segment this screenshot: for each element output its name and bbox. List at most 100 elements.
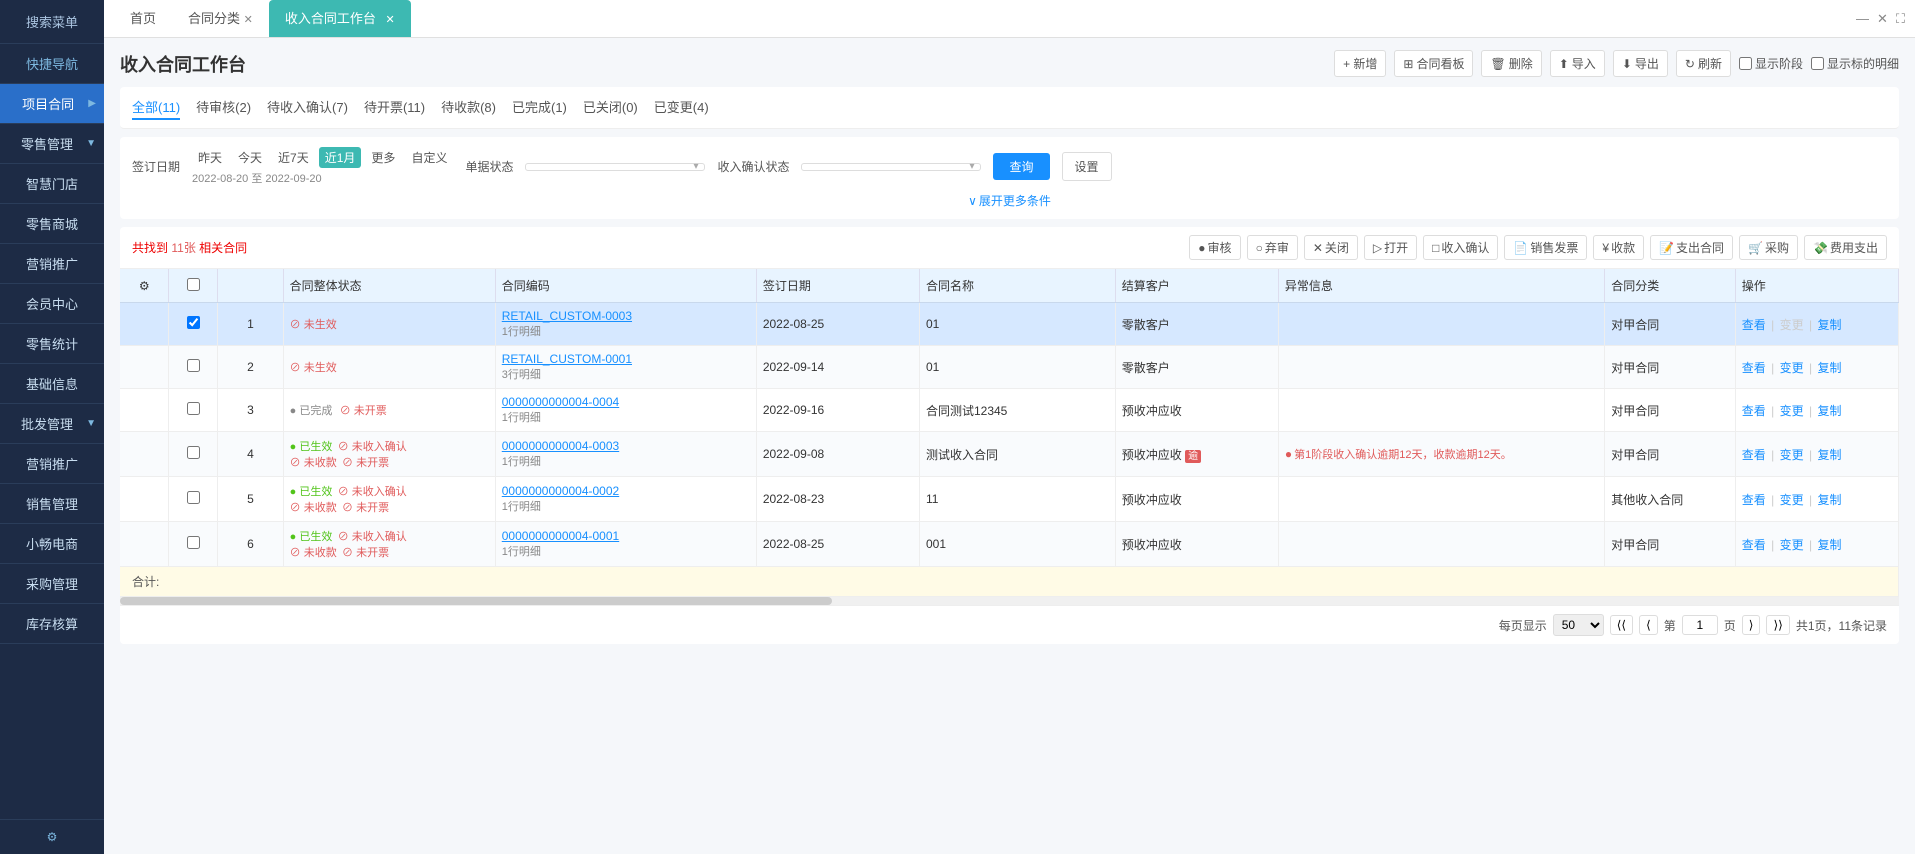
review-button[interactable]: ● 审核 [1189, 235, 1240, 260]
copy-link-6[interactable]: 复制 [1817, 538, 1841, 552]
sidebar-item-retail-stats[interactable]: 零售统计 [0, 324, 104, 364]
expense-out-button[interactable]: 💸 费用支出 [1804, 235, 1887, 260]
sidebar-item-base-info[interactable]: 基础信息 [0, 364, 104, 404]
change-link-3[interactable]: 变更 [1780, 404, 1804, 418]
delete-button[interactable]: 🗑 删除 [1481, 50, 1541, 77]
change-link-1[interactable]: 变更 [1780, 318, 1804, 332]
tab-contract-cat-close[interactable]: ✕ [244, 14, 253, 26]
doc-status-select[interactable] [525, 163, 705, 171]
sales-invoice-button[interactable]: 📄 销售发票 [1504, 235, 1587, 260]
sidebar-settings[interactable]: ⚙ [0, 819, 104, 854]
page-size-select[interactable]: 50 10 20 100 [1553, 614, 1604, 636]
view-link-4[interactable]: 查看 [1742, 448, 1766, 462]
filter-tab-pending-review[interactable]: 待审核(2) [196, 95, 251, 120]
view-link-2[interactable]: 查看 [1742, 361, 1766, 375]
date-btn-1month[interactable]: 近1月 [319, 147, 362, 168]
contract-link-5[interactable]: 0000000000004-0002 [502, 484, 619, 498]
row4-checkbox[interactable] [187, 446, 200, 459]
kanban-button[interactable]: ⊞ 合同看板 [1394, 50, 1473, 77]
last-page-btn[interactable]: ⟩⟩ [1766, 615, 1789, 635]
date-btn-yesterday[interactable]: 昨天 [192, 147, 228, 168]
contract-link-2[interactable]: RETAIL_CUSTOM-0001 [502, 352, 632, 366]
sidebar-item-marketing2[interactable]: 营销推广 [0, 444, 104, 484]
sidebar-item-xiaowei[interactable]: 小畅电商 [0, 524, 104, 564]
date-btn-custom[interactable]: 自定义 [405, 147, 453, 168]
sidebar-item-retail-mgmt[interactable]: 零售管理 ▼ [0, 124, 104, 164]
contract-link-3[interactable]: 0000000000004-0004 [502, 395, 619, 409]
copy-link-2[interactable]: 复制 [1817, 361, 1841, 375]
row5-checkbox[interactable] [187, 491, 200, 504]
copy-link-4[interactable]: 复制 [1817, 448, 1841, 462]
horizontal-scrollbar[interactable] [120, 597, 1899, 605]
tab-income-workbench[interactable]: 收入合同工作台 ✕ [269, 0, 411, 37]
tab-income-workbench-close[interactable]: ✕ [385, 14, 394, 26]
tab-close-icon[interactable]: ✕ [1877, 11, 1888, 27]
row1-checkbox[interactable] [187, 316, 200, 329]
search-button[interactable]: 查询 [993, 153, 1049, 180]
row6-checkbox[interactable] [187, 536, 200, 549]
scrollbar-thumb[interactable] [120, 597, 832, 605]
filter-tab-closed[interactable]: 已关闭(0) [583, 95, 638, 120]
sidebar-item-retail-mall[interactable]: 零售商城 [0, 204, 104, 244]
filter-tab-changed[interactable]: 已变更(4) [654, 95, 709, 120]
copy-link-5[interactable]: 复制 [1817, 493, 1841, 507]
row3-checkbox[interactable] [187, 402, 200, 415]
show-stage-checkbox[interactable] [1739, 57, 1752, 70]
sidebar-item-sales-mgmt[interactable]: 销售管理 [0, 484, 104, 524]
sidebar-item-marketing1[interactable]: 营销推广 [0, 244, 104, 284]
prev-page-btn[interactable]: ⟨ [1639, 615, 1658, 635]
date-btn-7days[interactable]: 近7天 [272, 147, 315, 168]
view-link-5[interactable]: 查看 [1742, 493, 1766, 507]
row2-checkbox[interactable] [187, 359, 200, 372]
import-button[interactable]: ⬆ 导入 [1550, 50, 1605, 77]
page-input[interactable] [1682, 615, 1718, 635]
setting-button[interactable]: 设置 [1062, 152, 1112, 181]
filter-tab-completed[interactable]: 已完成(1) [512, 95, 567, 120]
first-page-btn[interactable]: ⟨⟨ [1610, 615, 1633, 635]
expand-conditions-btn[interactable]: ∨ 展开更多条件 [968, 192, 1051, 209]
sidebar-search[interactable]: 搜索菜单 [0, 0, 104, 44]
change-link-6[interactable]: 变更 [1780, 538, 1804, 552]
open-button[interactable]: ▷ 打开 [1364, 235, 1417, 260]
tab-maximize-icon[interactable]: ⛶ [1896, 11, 1905, 27]
filter-tab-all[interactable]: 全部(11) [132, 95, 180, 120]
out-contract-button[interactable]: 📝 支出合同 [1650, 235, 1733, 260]
sidebar-item-batch-mgmt[interactable]: 批发管理 ▼ [0, 404, 104, 444]
select-all-checkbox[interactable] [187, 278, 200, 291]
col-settings[interactable]: ⚙ [120, 269, 169, 303]
next-page-btn[interactable]: ⟩ [1742, 615, 1761, 635]
refresh-button[interactable]: ↻ 刷新 [1676, 50, 1731, 77]
export-button[interactable]: ⬇ 导出 [1613, 50, 1668, 77]
income-confirm-button[interactable]: □ 收入确认 [1423, 235, 1498, 260]
view-link-1[interactable]: 查看 [1742, 318, 1766, 332]
collect-button[interactable]: ¥ 收款 [1593, 235, 1644, 260]
change-link-2[interactable]: 变更 [1780, 361, 1804, 375]
view-link-3[interactable]: 查看 [1742, 404, 1766, 418]
date-btn-more[interactable]: 更多 [365, 147, 401, 168]
date-btn-today[interactable]: 今天 [232, 147, 268, 168]
tab-minimize-icon[interactable]: — [1856, 11, 1869, 26]
tab-contract-cat[interactable]: 合同分类 ✕ [172, 0, 269, 37]
sidebar-item-member[interactable]: 会员中心 [0, 284, 104, 324]
contract-link-4[interactable]: 0000000000004-0003 [502, 439, 619, 453]
show-detail-checkbox[interactable] [1811, 57, 1824, 70]
contract-link-6[interactable]: 0000000000004-0001 [502, 529, 619, 543]
view-link-6[interactable]: 查看 [1742, 538, 1766, 552]
close-contract-button[interactable]: ✕ 关闭 [1304, 235, 1358, 260]
sidebar-item-project[interactable]: 项目合同 ▶ [0, 84, 104, 124]
filter-tab-pending-invoice[interactable]: 待开票(11) [364, 95, 425, 120]
sidebar-item-purchase[interactable]: 采购管理 [0, 564, 104, 604]
filter-tab-pending-confirm[interactable]: 待收入确认(7) [267, 95, 348, 120]
purchase-button[interactable]: 🛒 采购 [1739, 235, 1798, 260]
contract-link-1[interactable]: RETAIL_CUSTOM-0003 [502, 309, 632, 323]
abandon-button[interactable]: ○ 弃审 [1247, 235, 1298, 260]
tab-home[interactable]: 首页 [114, 0, 172, 37]
new-button[interactable]: + 新增 [1334, 50, 1386, 77]
sidebar-item-smart-store[interactable]: 智慧门店 [0, 164, 104, 204]
copy-link-1[interactable]: 复制 [1817, 318, 1841, 332]
change-link-4[interactable]: 变更 [1780, 448, 1804, 462]
change-link-5[interactable]: 变更 [1780, 493, 1804, 507]
sidebar-item-inventory[interactable]: 库存核算 [0, 604, 104, 644]
copy-link-3[interactable]: 复制 [1817, 404, 1841, 418]
income-confirm-select[interactable] [801, 163, 981, 171]
